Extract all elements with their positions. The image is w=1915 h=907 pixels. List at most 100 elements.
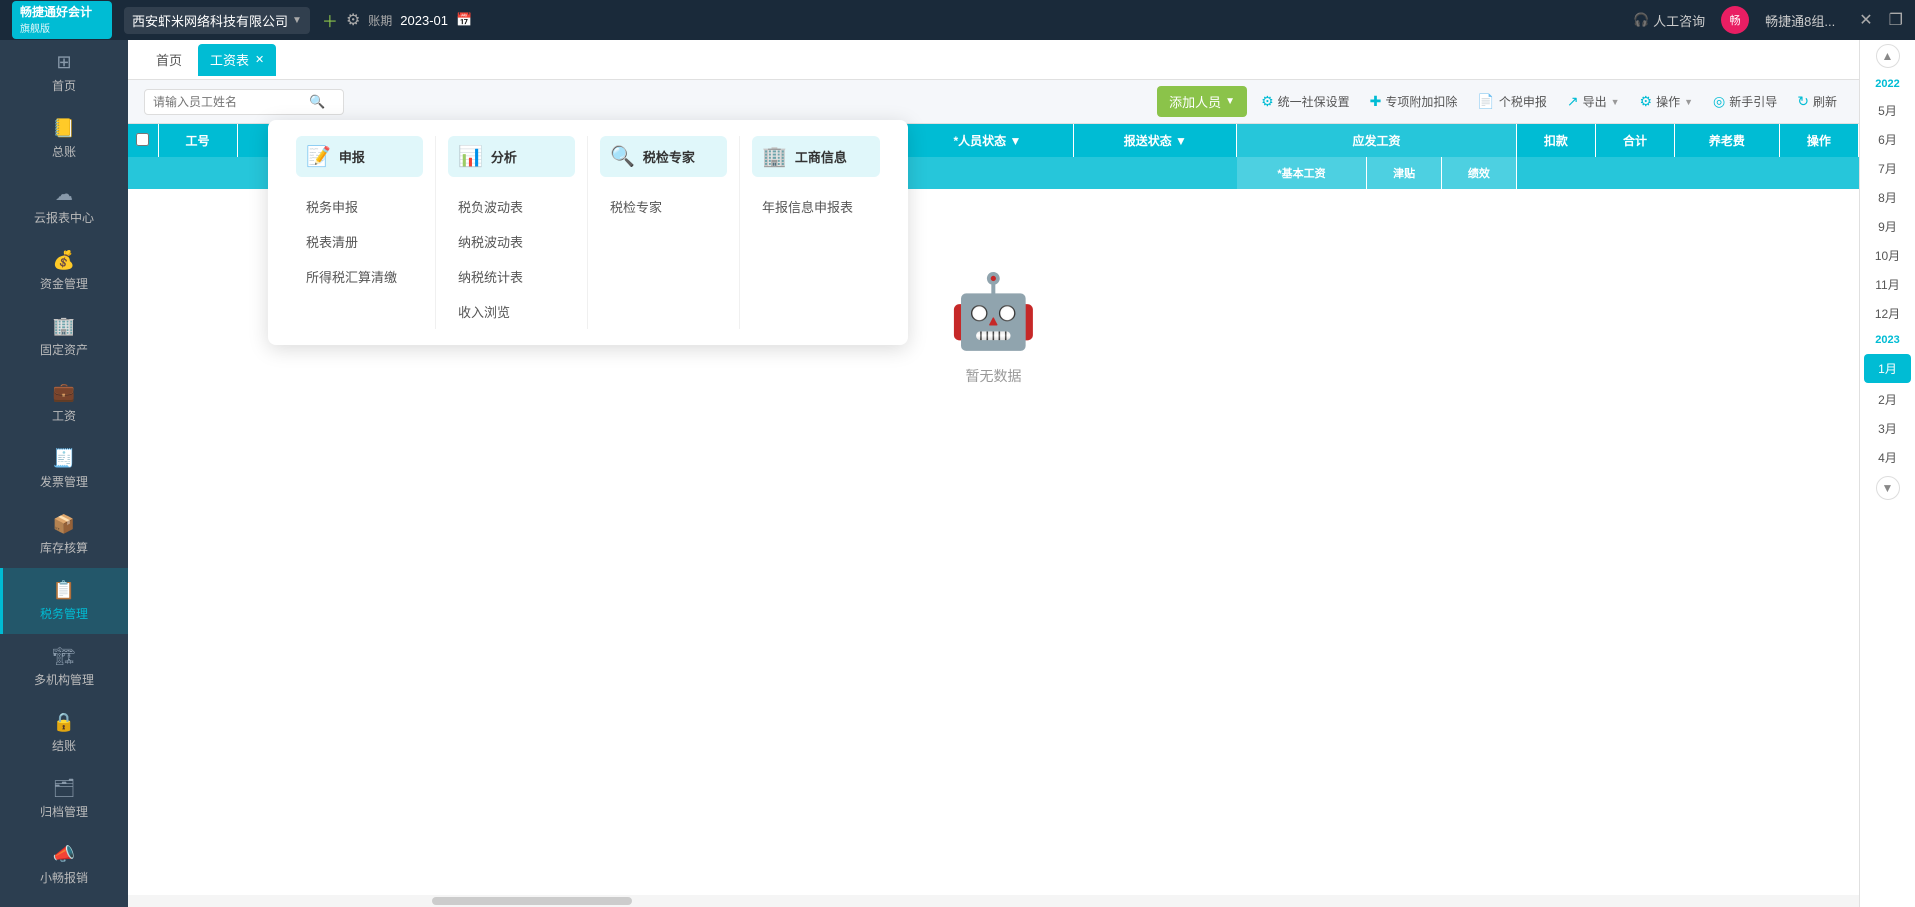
col-person-status[interactable]: *人员状态 ▼ <box>901 124 1074 157</box>
sidebar-item-fixed-assets[interactable]: 🏢 固定资产 <box>0 304 128 370</box>
period-value[interactable]: 2023-01 <box>400 13 448 28</box>
export-action[interactable]: ↗ 导出 ▼ <box>1561 89 1626 114</box>
tax-return-action[interactable]: 📄 个税申报 <box>1471 89 1552 114</box>
col-operations: 操作 <box>1779 124 1858 157</box>
chevron-down-icon: ▼ <box>292 15 302 26</box>
main-content: 首页 工资表 ✕ 🔍 添加人员 ▼ ⚙ 统一社保设置 <box>128 40 1859 907</box>
menu-tax-burden[interactable]: 税负波动表 <box>448 189 575 224</box>
social-label: 统一社保设置 <box>1278 93 1350 110</box>
declaration-icon: 📝 <box>306 144 331 169</box>
add-chevron-icon: ▼ <box>1225 96 1235 107</box>
ops-chevron: ▼ <box>1684 97 1693 107</box>
sidebar-label-funds: 资金管理 <box>40 275 88 292</box>
year-label-2022: 2022 <box>1860 72 1915 96</box>
menu-income-tax-calc[interactable]: 所得税汇算清缴 <box>296 259 423 294</box>
social-insurance-action[interactable]: ⚙ 统一社保设置 <box>1255 89 1356 114</box>
add-person-button[interactable]: 添加人员 ▼ <box>1157 86 1247 117</box>
scroll-thumb[interactable] <box>432 897 632 905</box>
sidebar-item-salary[interactable]: 💼 工资 <box>0 370 128 436</box>
menu-tax-expert[interactable]: 税检专家 <box>600 189 727 224</box>
search-icon: 🔍 <box>309 94 325 110</box>
search-input[interactable] <box>153 95 303 109</box>
dropdown-section-analysis: 📊 分析 税负波动表 纳税波动表 纳税统计表 收入浏览 <box>436 136 588 329</box>
toolbar: 🔍 添加人员 ▼ ⚙ 统一社保设置 ✚ 专项附加扣除 📄 个税申报 <box>128 80 1859 124</box>
col-employee-id: 工号 <box>158 124 237 157</box>
operations-action[interactable]: ⚙ 操作 ▼ <box>1634 89 1700 114</box>
sidebar-item-basic-settings[interactable]: ⚙ 基础设置 <box>0 898 128 907</box>
menu-annual-report[interactable]: 年报信息申报表 <box>752 189 880 224</box>
active-indicator <box>0 568 3 634</box>
company-name: 西安虾米网络科技有限公司 <box>132 11 288 30</box>
date-nav-up[interactable]: ▲ <box>1876 44 1900 68</box>
restore-icon[interactable]: ❐ <box>1889 10 1903 30</box>
social-icon: ⚙ <box>1261 93 1274 110</box>
sidebar-item-archive[interactable]: 🗂 归档管理 <box>0 766 128 832</box>
close-icon[interactable]: ✕ <box>1859 10 1872 30</box>
select-all-checkbox[interactable] <box>136 133 149 146</box>
sidebar-item-closing[interactable]: 🔒 结账 <box>0 700 128 766</box>
menu-tax-form[interactable]: 税表清册 <box>296 224 423 259</box>
layout: ⊞ 首页 📒 总账 ☁ 云报表中心 💰 资金管理 🏢 固定资产 💼 工资 🧾 发… <box>0 40 1915 907</box>
sidebar-label-cloud: 云报表中心 <box>34 209 94 226</box>
scrollbar-area[interactable] <box>128 895 1859 907</box>
sidebar-label-inventory: 库存核算 <box>40 539 88 556</box>
invoice-icon: 🧾 <box>53 448 75 469</box>
company-selector[interactable]: 西安虾米网络科技有限公司 ▼ <box>124 7 310 34</box>
month-6[interactable]: 6月 <box>1860 125 1915 154</box>
headset-icon: 🎧 <box>1633 12 1649 28</box>
sidebar-item-tax[interactable]: 📋 税务管理 <box>0 568 128 634</box>
analysis-icon: 📊 <box>458 144 483 169</box>
menu-tax-filing[interactable]: 税务申报 <box>296 189 423 224</box>
month-9[interactable]: 9月 <box>1860 212 1915 241</box>
year-label-2023: 2023 <box>1860 328 1915 352</box>
special-icon: ✚ <box>1370 93 1382 110</box>
menu-tax-payment[interactable]: 纳税波动表 <box>448 224 575 259</box>
new-guide-action[interactable]: ◎ 新手引导 <box>1707 89 1783 114</box>
sidebar-label-tax: 税务管理 <box>40 605 88 622</box>
sidebar-item-xiao-chang[interactable]: 📣 小畅报销 <box>0 832 128 898</box>
col-report-status[interactable]: 报送状态 ▼ <box>1074 124 1237 157</box>
dropdown-menu: 📝 申报 税务申报 税表清册 所得税汇算清缴 📊 分析 税负波动表 纳税波动表 … <box>268 120 908 345</box>
settings-icon[interactable]: ⚙ <box>346 10 360 30</box>
sidebar-label-xiao-chang: 小畅报销 <box>40 869 88 886</box>
sidebar-item-cloud-report[interactable]: ☁ 云报表中心 <box>0 172 128 238</box>
refresh-action[interactable]: ↻ 刷新 <box>1791 89 1843 114</box>
sidebar-item-inventory[interactable]: 📦 库存核算 <box>0 502 128 568</box>
date-nav-down[interactable]: ▼ <box>1876 476 1900 500</box>
sidebar-item-ledger[interactable]: 📒 总账 <box>0 106 128 172</box>
month-12[interactable]: 12月 <box>1860 299 1915 328</box>
person-status-filter-icon: ▼ <box>1009 134 1021 148</box>
calendar-icon[interactable]: 📅 <box>456 12 472 28</box>
tab-home[interactable]: 首页 <box>144 44 194 76</box>
tab-salary[interactable]: 工资表 ✕ <box>198 44 276 76</box>
month-10[interactable]: 10月 <box>1860 241 1915 270</box>
support-button[interactable]: 🎧 人工咨询 <box>1633 11 1705 30</box>
fixed-assets-icon: 🏢 <box>53 316 75 337</box>
col-checkbox[interactable] <box>128 124 158 157</box>
section-business-header: 🏢 工商信息 <box>752 136 880 177</box>
tab-close-icon[interactable]: ✕ <box>255 53 264 66</box>
menu-income-browse[interactable]: 收入浏览 <box>448 294 575 329</box>
month-11[interactable]: 11月 <box>1860 270 1915 299</box>
month-1[interactable]: 1月 <box>1864 354 1911 383</box>
month-8[interactable]: 8月 <box>1860 183 1915 212</box>
month-7[interactable]: 7月 <box>1860 154 1915 183</box>
search-box[interactable]: 🔍 <box>144 89 344 115</box>
user-name[interactable]: 畅捷通8组... <box>1765 11 1835 30</box>
menu-tax-stats[interactable]: 纳税统计表 <box>448 259 575 294</box>
sidebar-item-home[interactable]: ⊞ 首页 <box>0 40 128 106</box>
tax-return-icon: 📄 <box>1477 93 1494 110</box>
month-2[interactable]: 2月 <box>1860 385 1915 414</box>
sidebar-item-multi-org[interactable]: 🏗 多机构管理 <box>0 634 128 700</box>
sidebar-item-funds[interactable]: 💰 资金管理 <box>0 238 128 304</box>
month-3[interactable]: 3月 <box>1860 414 1915 443</box>
month-4[interactable]: 4月 <box>1860 443 1915 472</box>
add-icon[interactable]: ＋ <box>322 8 338 32</box>
month-5[interactable]: 5月 <box>1860 96 1915 125</box>
special-deduction-action[interactable]: ✚ 专项附加扣除 <box>1364 89 1464 114</box>
sidebar-item-invoice[interactable]: 🧾 发票管理 <box>0 436 128 502</box>
tab-salary-label: 工资表 <box>210 50 249 69</box>
declaration-title: 申报 <box>339 147 365 166</box>
section-analysis-header: 📊 分析 <box>448 136 575 177</box>
closing-icon: 🔒 <box>53 712 75 733</box>
